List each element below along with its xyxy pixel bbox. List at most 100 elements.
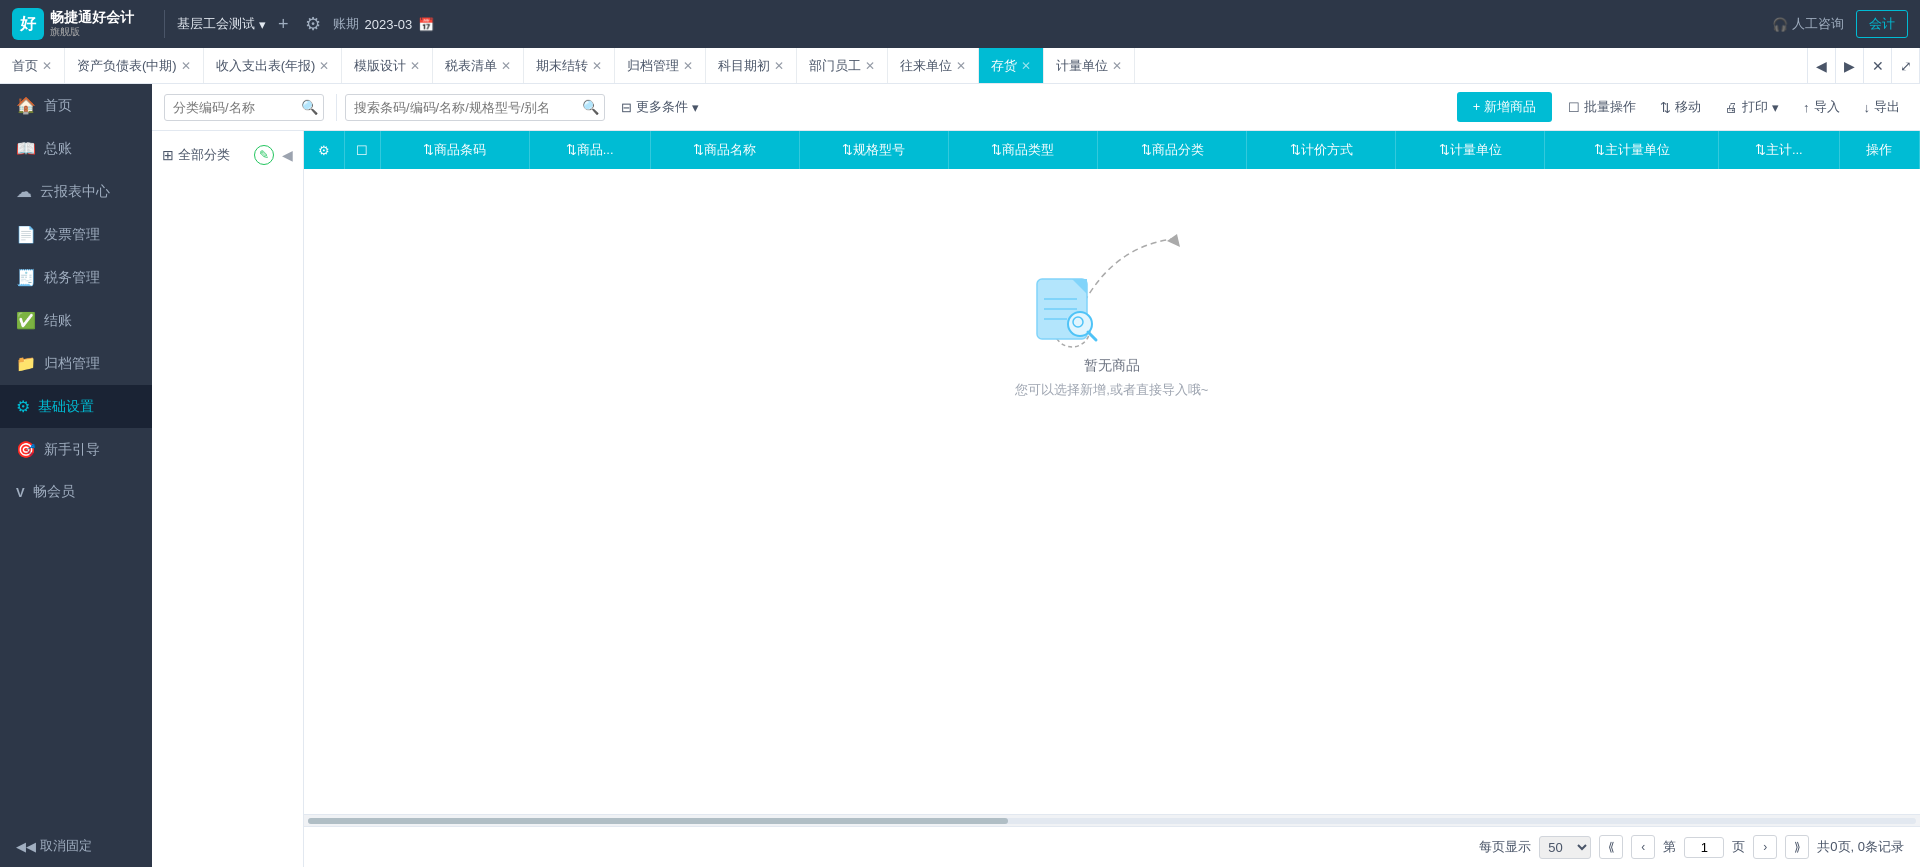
product-search-input[interactable] [345, 94, 605, 121]
col-price-method[interactable]: ⇅计价方式 [1247, 131, 1396, 169]
new-product-btn[interactable]: + 新增商品 [1457, 92, 1552, 122]
right-content: ⚙ ☐ ⇅商品条码 ⇅商品... ⇅商品名称 [304, 131, 1920, 867]
tab-income-report-close[interactable]: ✕ [319, 59, 329, 73]
tab-subject-init-close[interactable]: ✕ [774, 59, 784, 73]
tab-archive-close[interactable]: ✕ [683, 59, 693, 73]
header-divider [164, 10, 165, 38]
batch-op-label: 批量操作 [1584, 98, 1636, 116]
tab-home-close[interactable]: ✕ [42, 59, 52, 73]
tab-dept-staff-label: 部门员工 [809, 57, 861, 75]
sidebar-item-basic-settings[interactable]: ⚙ 基础设置 [0, 385, 152, 428]
account-button[interactable]: 会计 [1856, 10, 1908, 38]
invoice-icon: 📄 [16, 225, 36, 244]
batch-icon: ☐ [1568, 100, 1580, 115]
tab-period-transfer-close[interactable]: ✕ [592, 59, 602, 73]
sidebar-item-member[interactable]: V 畅会员 [0, 471, 152, 513]
tab-measure-unit[interactable]: 计量单位 ✕ [1044, 48, 1135, 84]
batch-op-btn[interactable]: ☐ 批量操作 [1560, 94, 1644, 120]
tab-balance-sheet-close[interactable]: ✕ [181, 59, 191, 73]
tab-dept-staff[interactable]: 部门员工 ✕ [797, 48, 888, 84]
sidebar-item-cloud-report[interactable]: ☁ 云报表中心 [0, 170, 152, 213]
tab-bar: 首页 ✕ 资产负债表(中期) ✕ 收入支出表(年报) ✕ 模版设计 ✕ 税表清单… [0, 48, 1920, 84]
page-first-btn[interactable]: ⟪ [1599, 835, 1623, 859]
tab-balance-sheet[interactable]: 资产负债表(中期) ✕ [65, 48, 204, 84]
settings-btn[interactable]: ⚙ [301, 13, 325, 35]
col-name[interactable]: ⇅商品名称 [650, 131, 799, 169]
sidebar-item-tax-label: 税务管理 [44, 269, 100, 287]
sidebar-item-ledger[interactable]: 📖 总账 [0, 127, 152, 170]
col-spec[interactable]: ⇅规格型号 [799, 131, 948, 169]
add-tab-btn[interactable]: + [274, 14, 293, 35]
table-container: ⚙ ☐ ⇅商品条码 ⇅商品... ⇅商品名称 [304, 131, 1920, 814]
print-btn[interactable]: 🖨 打印 ▾ [1717, 94, 1787, 120]
tab-scroll-right[interactable]: ▶ [1836, 48, 1864, 84]
tab-contacts-close[interactable]: ✕ [956, 59, 966, 73]
tab-tax-list[interactable]: 税表清单 ✕ [433, 48, 524, 84]
tab-tax-list-close[interactable]: ✕ [501, 59, 511, 73]
company-name: 基层工会测试 [177, 15, 255, 33]
export-btn[interactable]: ↓ 导出 [1856, 94, 1909, 120]
tab-template-design[interactable]: 模版设计 ✕ [342, 48, 433, 84]
move-btn[interactable]: ⇅ 移动 [1652, 94, 1709, 120]
export-label: 导出 [1874, 98, 1900, 116]
per-page-select[interactable]: 50 100 200 [1539, 836, 1591, 859]
sidebar-item-tax[interactable]: 🧾 税务管理 [0, 256, 152, 299]
import-btn[interactable]: ↑ 导入 [1795, 94, 1848, 120]
filter-icon: ⊟ [621, 100, 632, 115]
sidebar-item-cloud-report-label: 云报表中心 [40, 183, 110, 201]
col-category[interactable]: ⇅商品分类 [1098, 131, 1247, 169]
tab-close-all[interactable]: ✕ [1864, 48, 1892, 84]
calendar-icon[interactable]: 📅 [418, 17, 434, 32]
sidebar-item-home[interactable]: 🏠 首页 [0, 84, 152, 127]
ai-consulting-btn[interactable]: 🎧 人工咨询 [1772, 15, 1844, 33]
sidebar-item-checkout[interactable]: ✅ 结账 [0, 299, 152, 342]
page-last-btn[interactable]: ⟫ [1785, 835, 1809, 859]
col-unit[interactable]: ⇅计量单位 [1396, 131, 1545, 169]
home-icon: 🏠 [16, 96, 36, 115]
tab-dept-staff-close[interactable]: ✕ [865, 59, 875, 73]
horizontal-scrollbar[interactable] [304, 814, 1920, 826]
sidebar: 🏠 首页 📖 总账 ☁ 云报表中心 📄 发票管理 🧾 税务管理 ✅ 结账 📁 归… [0, 84, 152, 867]
tab-inventory[interactable]: 存货 ✕ [979, 48, 1044, 84]
tab-inventory-label: 存货 [991, 57, 1017, 75]
page-prev-btn[interactable]: ‹ [1631, 835, 1655, 859]
sidebar-item-archive[interactable]: 📁 归档管理 [0, 342, 152, 385]
import-label: 导入 [1814, 98, 1840, 116]
page-next-btn[interactable]: › [1753, 835, 1777, 859]
col-checkbox[interactable]: ☐ [344, 131, 380, 169]
tab-inventory-close[interactable]: ✕ [1021, 59, 1031, 73]
tab-archive[interactable]: 归档管理 ✕ [615, 48, 706, 84]
col-main-unit[interactable]: ⇅主计量单位 [1545, 131, 1718, 169]
tab-subject-init[interactable]: 科目期初 ✕ [706, 48, 797, 84]
page-number-input[interactable] [1684, 837, 1724, 858]
tab-scroll-left[interactable]: ◀ [1808, 48, 1836, 84]
tab-measure-unit-close[interactable]: ✕ [1112, 59, 1122, 73]
category-edit-btn[interactable]: ✎ [254, 145, 274, 165]
col-code[interactable]: ⇅商品... [529, 131, 650, 169]
tab-home[interactable]: 首页 ✕ [0, 48, 65, 84]
tab-income-report[interactable]: 收入支出表(年报) ✕ [204, 48, 343, 84]
col-barcode[interactable]: ⇅商品条码 [380, 131, 529, 169]
category-search-input[interactable] [164, 94, 324, 121]
tab-nav-buttons: ◀ ▶ ✕ ⤢ [1807, 48, 1920, 84]
col-main-unit2[interactable]: ⇅主计... [1718, 131, 1839, 169]
sidebar-item-guide[interactable]: 🎯 新手引导 [0, 428, 152, 471]
cloud-icon: ☁ [16, 182, 32, 201]
company-selector[interactable]: 基层工会测试 ▾ [177, 15, 266, 33]
tab-template-design-close[interactable]: ✕ [410, 59, 420, 73]
scroll-track[interactable] [308, 818, 1916, 824]
tab-contacts[interactable]: 往来单位 ✕ [888, 48, 979, 84]
more-filter-btn[interactable]: ⊟ 更多条件 ▾ [613, 94, 707, 120]
period-label: 账期 [333, 15, 359, 33]
category-search-icon[interactable]: 🔍 [301, 99, 318, 115]
category-all-item[interactable]: ⊞ 全部分类 ✎ ◀ [152, 139, 303, 171]
tab-expand[interactable]: ⤢ [1892, 48, 1920, 84]
tab-period-transfer[interactable]: 期末结转 ✕ [524, 48, 615, 84]
product-search-icon[interactable]: 🔍 [582, 99, 599, 115]
sidebar-item-invoice[interactable]: 📄 发票管理 [0, 213, 152, 256]
sidebar-unpin-btn[interactable]: ◀◀ 取消固定 [0, 825, 152, 867]
scroll-thumb[interactable] [308, 818, 1008, 824]
category-collapse-btn[interactable]: ◀ [282, 147, 293, 163]
col-type[interactable]: ⇅商品类型 [948, 131, 1097, 169]
col-settings[interactable]: ⚙ [304, 131, 344, 169]
